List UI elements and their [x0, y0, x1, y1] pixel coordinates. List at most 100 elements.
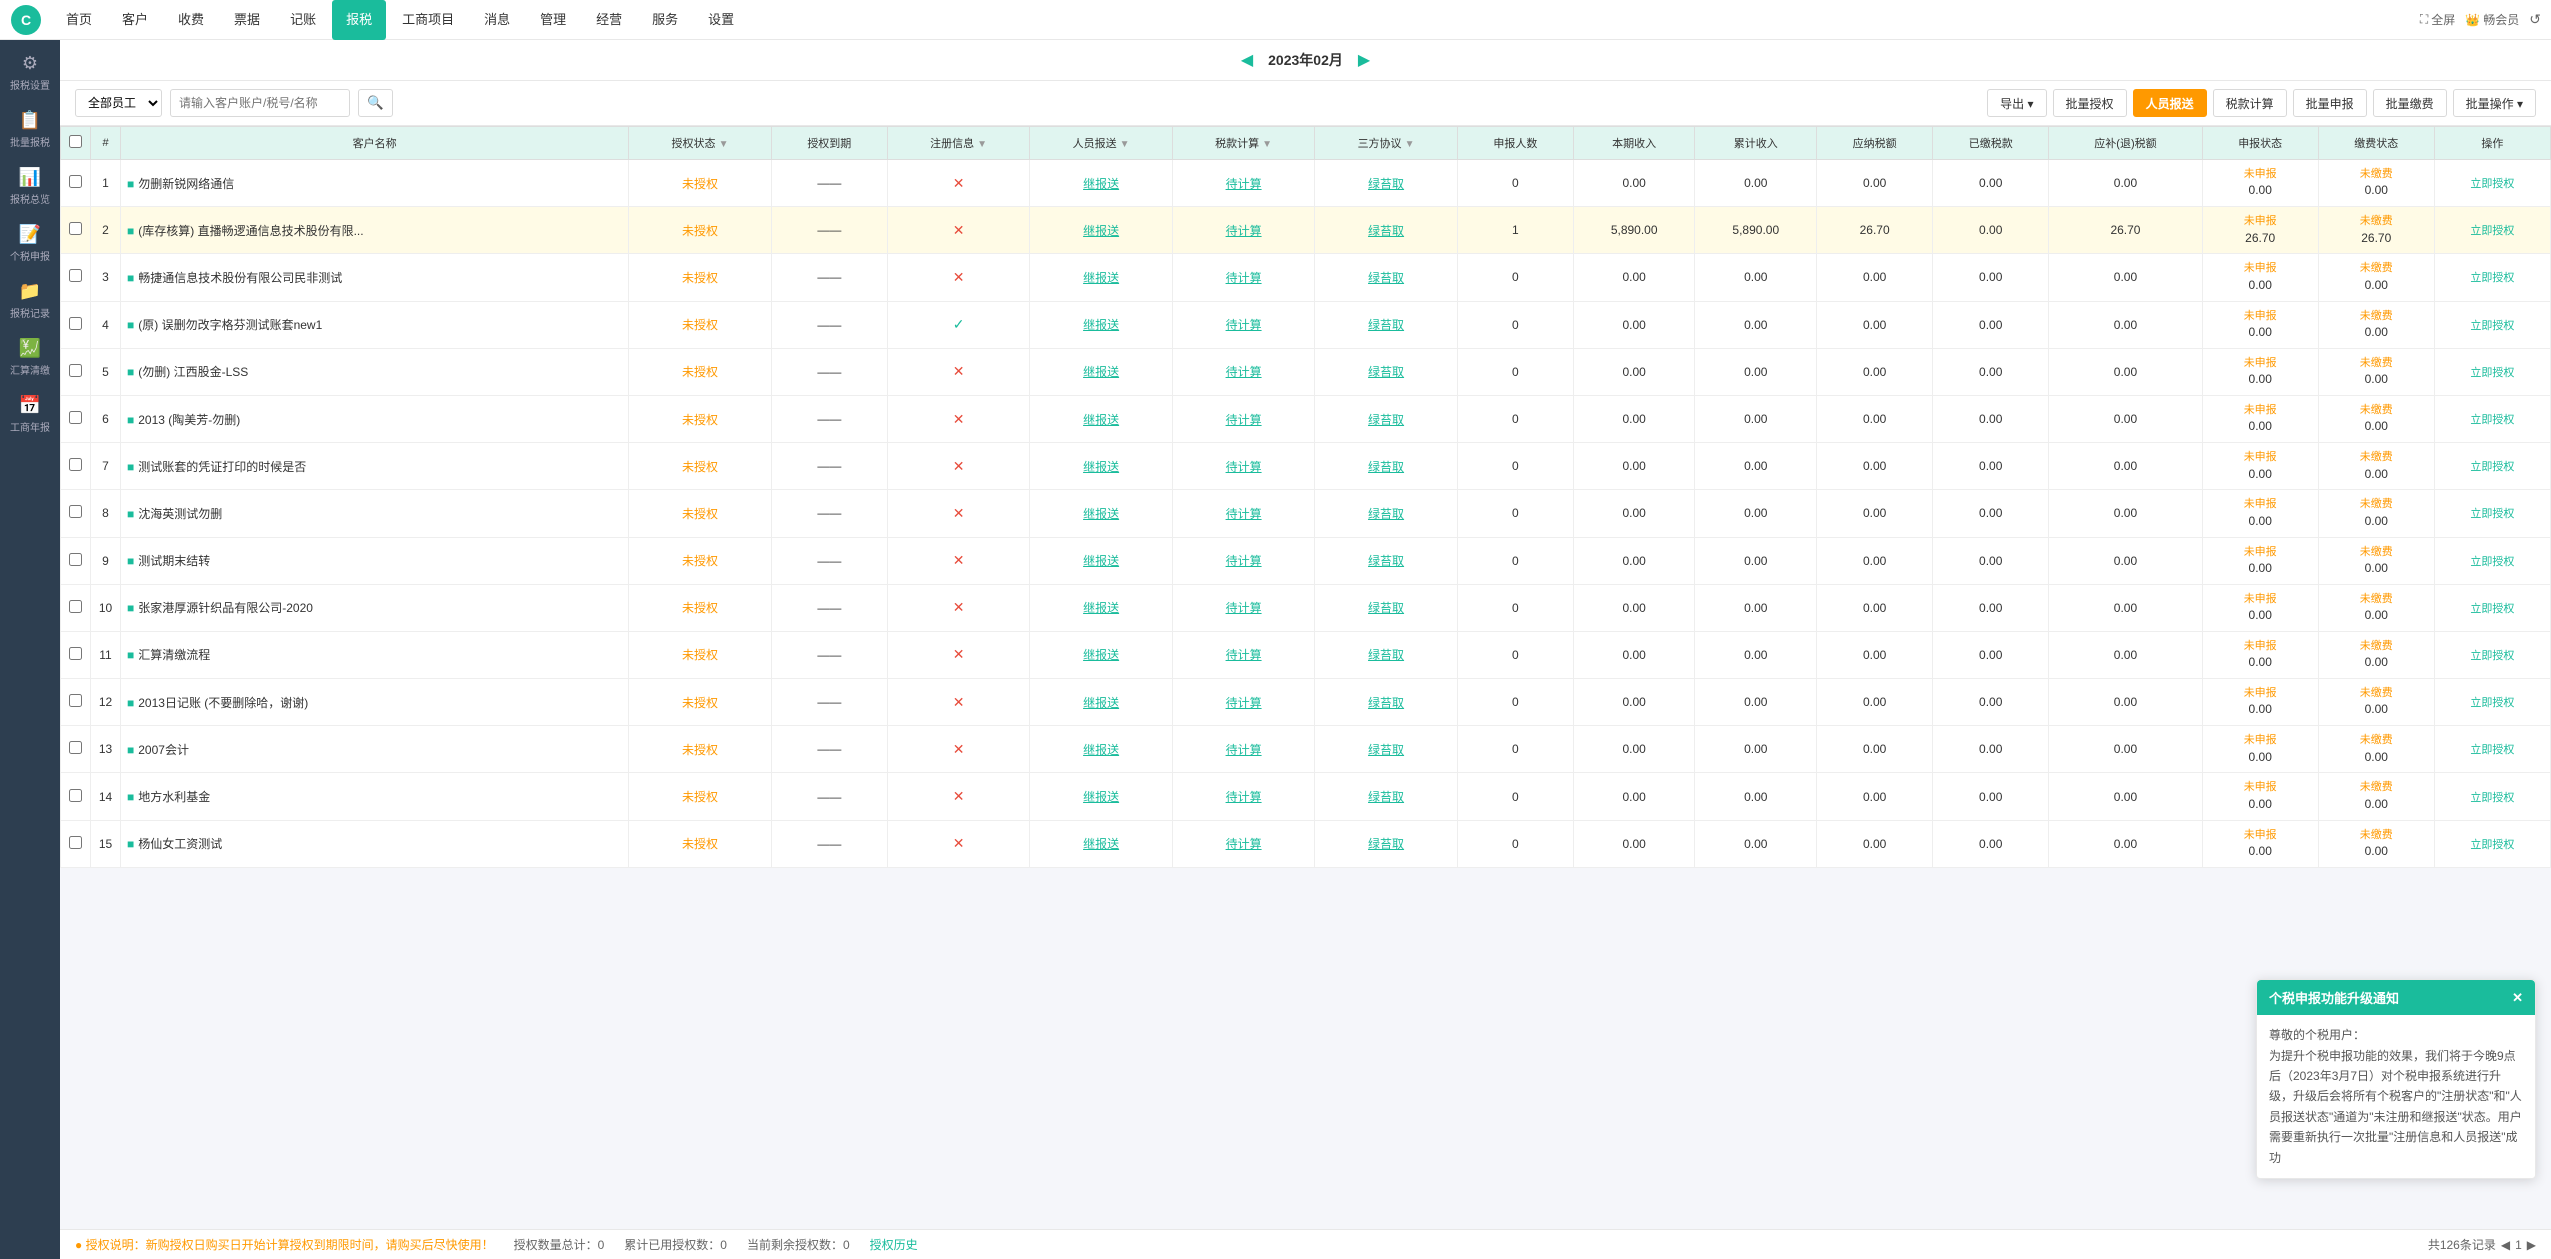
- nav-item-设置[interactable]: 设置: [694, 0, 748, 40]
- refresh-btn[interactable]: ↺: [2529, 11, 2541, 28]
- batch-auth-btn[interactable]: 批量授权: [2053, 89, 2127, 117]
- row-tax-calc[interactable]: 待计算: [1172, 301, 1314, 348]
- nav-item-报税[interactable]: 报税: [332, 0, 386, 40]
- row-person-submit[interactable]: 继报送: [1030, 160, 1172, 207]
- row-checkbox[interactable]: [69, 741, 82, 754]
- row-tax-calc[interactable]: 待计算: [1172, 773, 1314, 820]
- row-tax-calc[interactable]: 待计算: [1172, 679, 1314, 726]
- row-tax-calc[interactable]: 待计算: [1172, 254, 1314, 301]
- row-checkbox[interactable]: [69, 317, 82, 330]
- row-action[interactable]: 立即授权: [2434, 160, 2550, 207]
- row-three-party[interactable]: 绿苔取: [1315, 254, 1457, 301]
- row-person-submit[interactable]: 继报送: [1030, 254, 1172, 301]
- nav-item-消息[interactable]: 消息: [470, 0, 524, 40]
- row-person-submit[interactable]: 继报送: [1030, 537, 1172, 584]
- sidebar-item-报税设置[interactable]: ⚙报税设置: [3, 45, 57, 100]
- row-person-submit[interactable]: 继报送: [1030, 443, 1172, 490]
- row-tax-calc[interactable]: 待计算: [1172, 726, 1314, 773]
- row-tax-calc[interactable]: 待计算: [1172, 207, 1314, 254]
- row-action[interactable]: 立即授权: [2434, 395, 2550, 442]
- row-checkbox[interactable]: [69, 222, 82, 235]
- row-three-party[interactable]: 绿苔取: [1315, 207, 1457, 254]
- tax-calc-btn[interactable]: 税款计算: [2213, 89, 2287, 117]
- row-person-submit[interactable]: 继报送: [1030, 820, 1172, 867]
- row-action[interactable]: 立即授权: [2434, 254, 2550, 301]
- row-tax-calc[interactable]: 待计算: [1172, 443, 1314, 490]
- th-reg-info[interactable]: 注册信息 ▼: [887, 127, 1029, 160]
- row-action[interactable]: 立即授权: [2434, 679, 2550, 726]
- row-three-party[interactable]: 绿苔取: [1315, 820, 1457, 867]
- row-three-party[interactable]: 绿苔取: [1315, 490, 1457, 537]
- nav-item-票据[interactable]: 票据: [220, 0, 274, 40]
- row-tax-calc[interactable]: 待计算: [1172, 537, 1314, 584]
- batch-ops-btn[interactable]: 批量操作 ▾: [2453, 89, 2536, 117]
- th-three-party[interactable]: 三方协议 ▼: [1315, 127, 1457, 160]
- row-checkbox[interactable]: [69, 600, 82, 613]
- row-action[interactable]: 立即授权: [2434, 584, 2550, 631]
- row-person-submit[interactable]: 继报送: [1030, 301, 1172, 348]
- th-person-submit[interactable]: 人员报送 ▼: [1030, 127, 1172, 160]
- row-person-submit[interactable]: 继报送: [1030, 726, 1172, 773]
- sidebar-item-工商年报[interactable]: 📅工商年报: [3, 387, 57, 442]
- row-three-party[interactable]: 绿苔取: [1315, 160, 1457, 207]
- nav-item-收费[interactable]: 收费: [164, 0, 218, 40]
- row-person-submit[interactable]: 继报送: [1030, 490, 1172, 537]
- fullscreen-btn[interactable]: ⛶ 全屏: [2420, 11, 2455, 28]
- row-tax-calc[interactable]: 待计算: [1172, 395, 1314, 442]
- person-submit-btn[interactable]: 人员报送: [2133, 89, 2207, 117]
- sidebar-item-汇算清缴[interactable]: 💹汇算清缴: [3, 330, 57, 385]
- row-checkbox[interactable]: [69, 458, 82, 471]
- export-btn[interactable]: 导出 ▾: [1987, 89, 2046, 117]
- row-three-party[interactable]: 绿苔取: [1315, 584, 1457, 631]
- row-checkbox[interactable]: [69, 364, 82, 377]
- row-three-party[interactable]: 绿苔取: [1315, 773, 1457, 820]
- page-prev-btn[interactable]: ◀: [2501, 1238, 2510, 1252]
- sidebar-item-报税总览[interactable]: 📊报税总览: [3, 159, 57, 214]
- row-tax-calc[interactable]: 待计算: [1172, 160, 1314, 207]
- row-checkbox[interactable]: [69, 175, 82, 188]
- search-button[interactable]: 🔍: [358, 89, 393, 117]
- select-all-checkbox[interactable]: [69, 135, 82, 148]
- th-auth-status[interactable]: 授权状态 ▼: [629, 127, 771, 160]
- row-checkbox[interactable]: [69, 505, 82, 518]
- row-tax-calc[interactable]: 待计算: [1172, 820, 1314, 867]
- row-action[interactable]: 立即授权: [2434, 490, 2550, 537]
- batch-submit-btn[interactable]: 批量申报: [2293, 89, 2367, 117]
- nav-item-工商项目[interactable]: 工商项目: [388, 0, 468, 40]
- row-person-submit[interactable]: 继报送: [1030, 207, 1172, 254]
- nav-item-记账[interactable]: 记账: [276, 0, 330, 40]
- page-next-btn[interactable]: ▶: [2527, 1238, 2536, 1252]
- row-action[interactable]: 立即授权: [2434, 348, 2550, 395]
- row-tax-calc[interactable]: 待计算: [1172, 584, 1314, 631]
- row-checkbox[interactable]: [69, 836, 82, 849]
- row-checkbox[interactable]: [69, 269, 82, 282]
- row-checkbox[interactable]: [69, 411, 82, 424]
- row-person-submit[interactable]: 继报送: [1030, 773, 1172, 820]
- row-action[interactable]: 立即授权: [2434, 631, 2550, 678]
- row-three-party[interactable]: 绿苔取: [1315, 537, 1457, 584]
- row-tax-calc[interactable]: 待计算: [1172, 348, 1314, 395]
- row-three-party[interactable]: 绿苔取: [1315, 348, 1457, 395]
- next-period-btn[interactable]: ▶: [1358, 50, 1370, 70]
- row-action[interactable]: 立即授权: [2434, 773, 2550, 820]
- row-checkbox[interactable]: [69, 789, 82, 802]
- row-action[interactable]: 立即授权: [2434, 443, 2550, 490]
- row-action[interactable]: 立即授权: [2434, 207, 2550, 254]
- row-person-submit[interactable]: 继报送: [1030, 679, 1172, 726]
- nav-item-经营[interactable]: 经营: [582, 0, 636, 40]
- row-three-party[interactable]: 绿苔取: [1315, 679, 1457, 726]
- batch-fee-btn[interactable]: 批量缴费: [2373, 89, 2447, 117]
- nav-item-管理[interactable]: 管理: [526, 0, 580, 40]
- prev-period-btn[interactable]: ◀: [1241, 50, 1253, 70]
- row-three-party[interactable]: 绿苔取: [1315, 395, 1457, 442]
- row-action[interactable]: 立即授权: [2434, 820, 2550, 867]
- row-three-party[interactable]: 绿苔取: [1315, 443, 1457, 490]
- row-checkbox[interactable]: [69, 553, 82, 566]
- nav-item-首页[interactable]: 首页: [52, 0, 106, 40]
- auth-history-link[interactable]: 授权历史: [870, 1236, 918, 1253]
- row-person-submit[interactable]: 继报送: [1030, 584, 1172, 631]
- row-action[interactable]: 立即授权: [2434, 537, 2550, 584]
- th-tax-calc[interactable]: 税款计算 ▼: [1172, 127, 1314, 160]
- app-logo[interactable]: C: [10, 4, 42, 36]
- row-three-party[interactable]: 绿苔取: [1315, 301, 1457, 348]
